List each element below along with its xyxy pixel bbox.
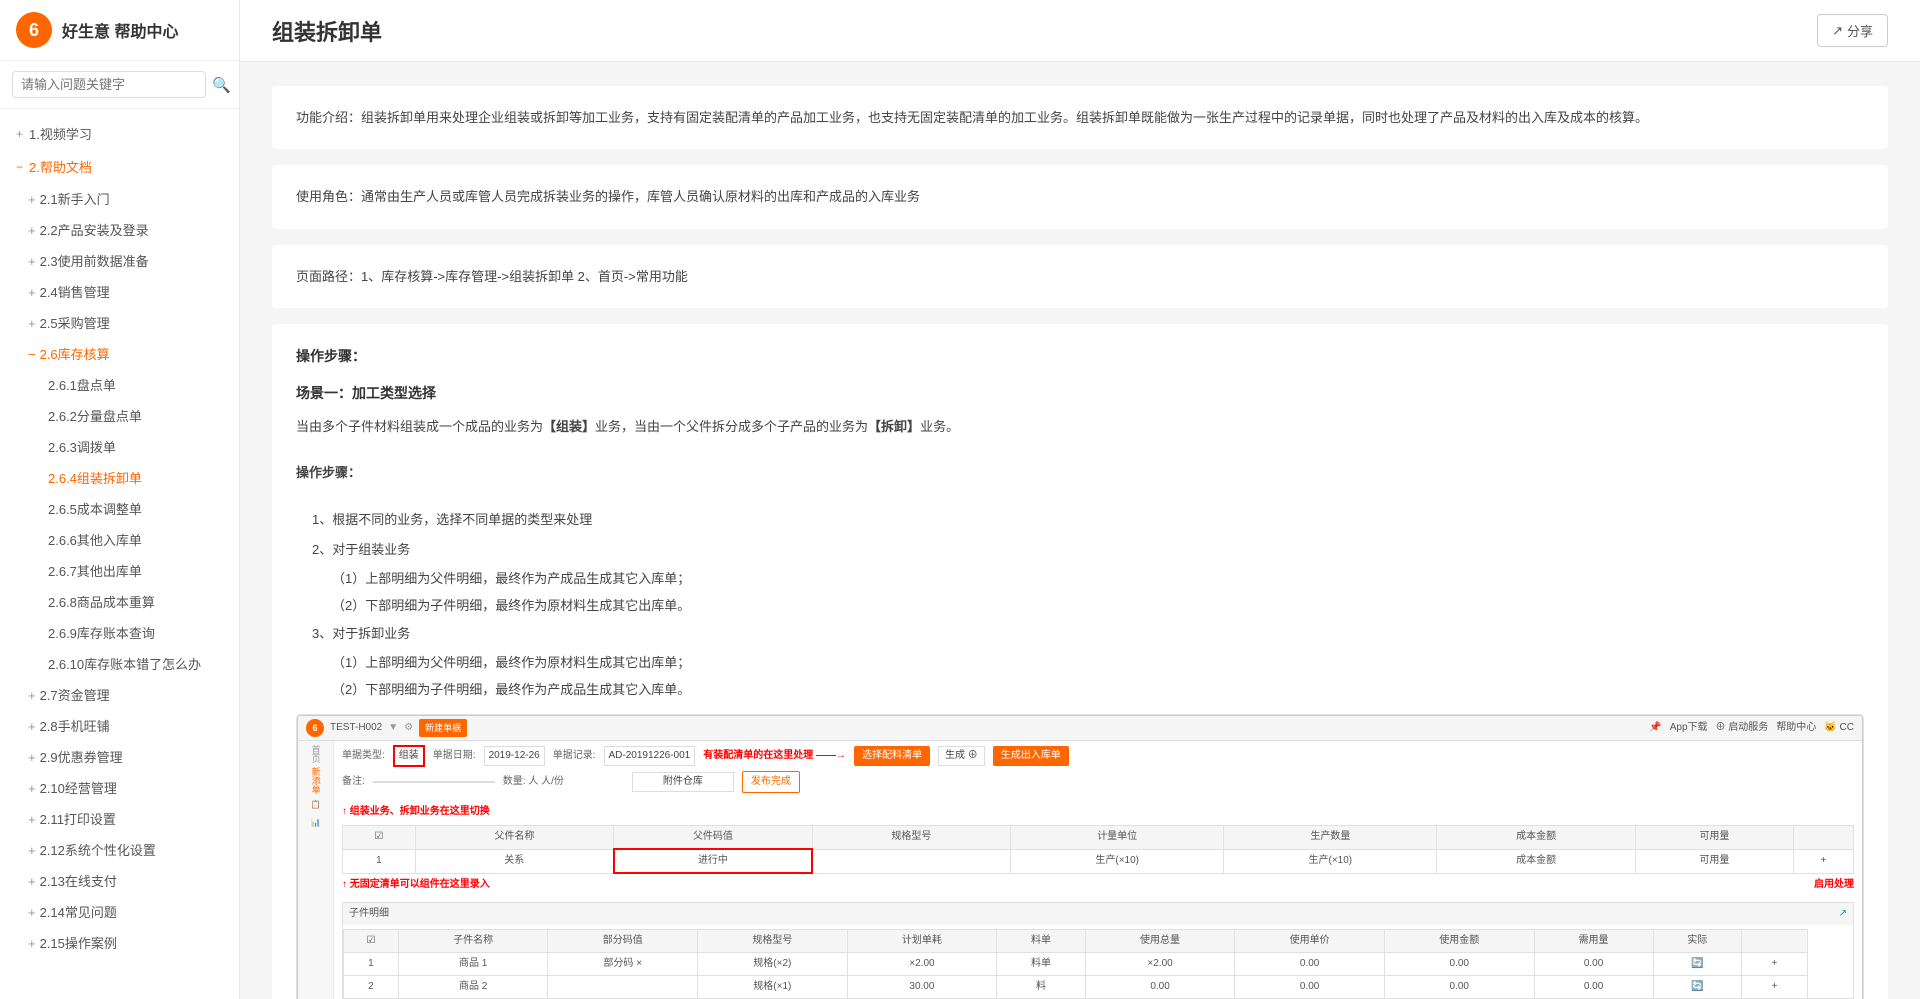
sub-table-row-1: 1 商品 1 部分码 × 规格(×2) ×2.00 料单 ×2.00 0.00 [344,953,1853,976]
screenshot-container: 6 TEST-H002 ▼ ⚙ 新建单据 📌 App下载 ⊕ 启动服务 帮助中心… [296,714,1864,999]
path-card: 页面路径：1、库存核算->库存管理->组装拆卸单 2、首页->常用功能 [272,245,1888,308]
sidebar-item-video[interactable]: + 1.视频学习 [0,117,239,150]
ops-steps-subtitle: 操作步骤： [296,461,1864,484]
app-title: 好生意 帮助中心 [62,18,178,42]
sidebar-item-mobile[interactable]: +2.8手机旺铺 [28,710,239,741]
mock-sub-table-area: 子件明细 ↗ ☑ 子件名称 部分码值 规 [342,902,1854,999]
sidebar-item-2-6-9[interactable]: 2.6.9库存账本查询 [48,617,239,648]
sidebar-item-2-6-4[interactable]: 2.6.4组装拆卸单 [48,462,239,493]
step-1: 1、根据不同的业务，选择不同单据的类型来处理 [296,508,1864,531]
sidebar-item-faq[interactable]: +2.14常见问题 [28,896,239,927]
sidebar-item-2-6-6[interactable]: 2.6.6其他入库单 [48,524,239,555]
table-row: 1 关系 进行中 生产(×10) 生产(×10) 成本金额 可用量 + [343,849,1854,873]
steps-list: 1、根据不同的业务，选择不同单据的类型来处理 2、对于组装业务 （1）上部明细为… [296,508,1864,702]
path-text: 页面路径：1、库存核算->库存管理->组装拆卸单 2、首页->常用功能 [296,265,1864,288]
step-3: 3、对于拆卸业务 [296,622,1864,645]
sidebar-item-2-6-8[interactable]: 2.6.8商品成本重算 [48,586,239,617]
description-card: 功能介绍：组装拆卸单用来处理企业组装或拆卸等加工业务，支持有固定装配清单的产品加… [272,86,1888,149]
scenario1-title: 场景一：加工类型选择 [296,381,1864,406]
share-icon: ↗ [1832,23,1843,39]
annotation-config-list: 有装配清单的在这里处理 ——→ [703,747,846,765]
main-area: 组装拆卸单 ↗ 分享 功能介绍：组装拆卸单用来处理企业组装或拆卸等加工业务，支持… [240,0,1920,999]
sidebar-header: 6 好生意 帮助中心 [0,0,239,61]
sidebar-item-2-6-10[interactable]: 2.6.10库存账本错了怎么办 [48,648,239,679]
sidebar-item-2-6-3[interactable]: 2.6.3调拨单 [48,431,239,462]
main-content: 功能介绍：组装拆卸单用来处理企业组装或拆卸等加工业务，支持有固定装配清单的产品加… [240,62,1920,999]
sidebar-item-purchase[interactable]: +2.5采购管理 [28,307,239,338]
sidebar-item-install[interactable]: +2.2产品安装及登录 [28,214,239,245]
annotation-enable-processing: 启用处理 [1814,876,1854,894]
ops-card: 操作步骤： 场景一：加工类型选择 当由多个子件材料组装成一个成品的业务为【组装】… [272,324,1888,999]
scenario1-desc: 当由多个子件材料组装成一个成品的业务为【组装】业务，当由一个父件拆分成多个子产品… [296,415,1864,438]
sidebar-item-docs[interactable]: − 2.帮助文档 [0,150,239,183]
sidebar-item-cases[interactable]: +2.15操作案例 [28,927,239,958]
main-header: 组装拆卸单 ↗ 分享 [240,0,1920,62]
mock-btn-select-config: 选择配料清单 [854,746,930,766]
sidebar-item-2-6-1[interactable]: 2.6.1盘点单 [48,369,239,400]
step-2-1: （1）上部明细为父件明细，最终作为产成品生成其它入库单； [316,567,1864,590]
role-card: 使用角色：通常由生产人员或库管人员完成拆装业务的操作，库管人员确认原材料的出库和… [272,165,1888,228]
sidebar: 6 好生意 帮助中心 🔍 + 1.视频学习 − 2.帮助文档 +2.1新手入门 [0,0,240,999]
sidebar-item-2-6-2[interactable]: 2.6.2分量盘点单 [48,400,239,431]
mock-type-field: 组装 [393,745,425,767]
search-button[interactable]: 🔍 [212,76,231,94]
mock-main-table: ☑ 父件名称 父件码值 规格型号 计量单位 生产数量 成本金额 可用量 [342,825,1854,874]
app-logo: 6 [16,12,52,48]
sidebar-item-ops[interactable]: +2.10经营管理 [28,772,239,803]
step-3-2: （2）下部明细为子件明细，最终作为产成品生成其它入库单。 [316,678,1864,701]
sidebar-item-custom[interactable]: +2.12系统个性化设置 [28,834,239,865]
sidebar-item-pay[interactable]: +2.13在线支付 [28,865,239,896]
sidebar-item-data-prep[interactable]: +2.3使用前数据准备 [28,245,239,276]
page-title: 组装拆卸单 [272,15,382,47]
sidebar-item-2-6-5[interactable]: 2.6.5成本调整单 [48,493,239,524]
annotation-no-list: ↑ 无固定清单可以组件在这里录入 [342,876,490,894]
step-2-2: （2）下部明细为子件明细，最终作为原材料生成其它出库单。 [316,594,1864,617]
sidebar-item-fund[interactable]: +2.7资金管理 [28,679,239,710]
sidebar-item-print[interactable]: +2.11打印设置 [28,803,239,834]
ops-title: 操作步骤： [296,344,1864,369]
sidebar-item-sales[interactable]: +2.4销售管理 [28,276,239,307]
description-text: 功能介绍：组装拆卸单用来处理企业组装或拆卸等加工业务，支持有固定装配清单的产品加… [296,106,1864,129]
sidebar-item-coupon[interactable]: +2.9优惠券管理 [28,741,239,772]
sub-table-row-2: 2 商品 2 规格(×1) 30.00 料 0.00 0.00 [344,976,1853,999]
sidebar-nav: + 1.视频学习 − 2.帮助文档 +2.1新手入门 +2.2产品安装及登录 +… [0,109,239,999]
prefix-icon: − [16,160,23,174]
prefix-icon: + [16,127,23,141]
share-button[interactable]: ↗ 分享 [1817,14,1888,47]
mock-sub-table: ☑ 子件名称 部分码值 规格型号 计划单耗 料单 使用总量 使用单价 [343,929,1853,999]
sidebar-item-inventory[interactable]: −2.6库存核算 [28,338,239,369]
role-text: 使用角色：通常由生产人员或库管人员完成拆装业务的操作，库管人员确认原材料的出库和… [296,185,1864,208]
step-3-1: （1）上部明细为父件明细，最终作为原材料生成其它出库单； [316,651,1864,674]
step-2: 2、对于组装业务 [296,538,1864,561]
mock-titlebar-id: TEST-H002 [330,719,382,737]
mock-btn-new-order: 新建单据 [419,719,467,737]
sidebar-item-newbie[interactable]: +2.1新手入门 [28,183,239,214]
search-input[interactable] [12,71,206,98]
search-box: 🔍 [0,61,239,109]
mock-window: 6 TEST-H002 ▼ ⚙ 新建单据 📌 App下载 ⊕ 启动服务 帮助中心… [297,715,1863,999]
annotation-switch: ↑ 组装业务、拆卸业务在这里切换 [342,803,490,821]
sidebar-item-2-6-7[interactable]: 2.6.7其他出库单 [48,555,239,586]
